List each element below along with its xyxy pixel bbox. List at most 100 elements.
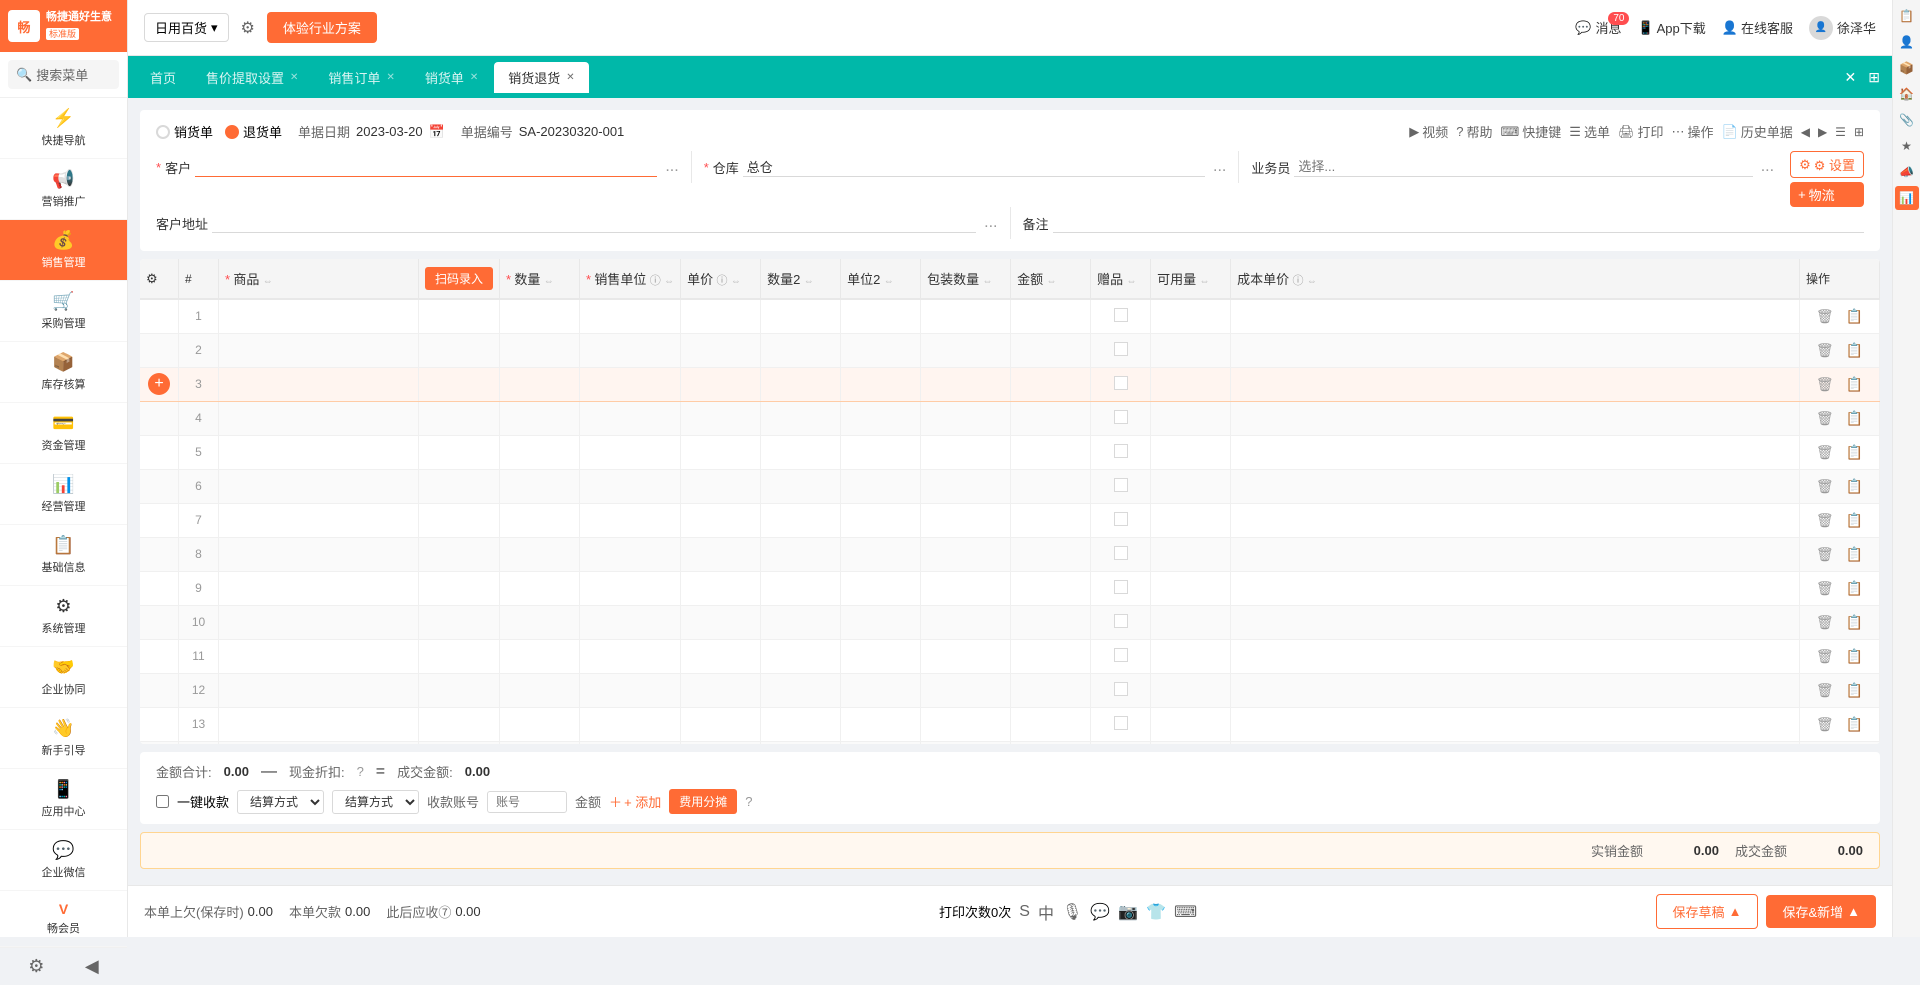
cost-info-icon[interactable]: ⓘ <box>1292 275 1303 287</box>
pack-qty-cell[interactable] <box>921 673 1011 707</box>
quantity-cell[interactable] <box>500 435 580 469</box>
price-cell[interactable] <box>681 435 761 469</box>
amount-cell[interactable] <box>1011 639 1091 673</box>
qty2-cell[interactable] <box>761 707 841 741</box>
quantity-cell[interactable] <box>500 401 580 435</box>
quantity-cell[interactable] <box>500 741 580 744</box>
radio-return[interactable]: 退货单 <box>225 122 282 141</box>
right-panel-btn-8[interactable]: 📊 <box>1895 186 1919 210</box>
gift-cell[interactable] <box>1091 469 1151 503</box>
tab-close-sales-invoice[interactable]: ✕ <box>470 72 478 83</box>
customer-input[interactable] <box>195 157 657 177</box>
pack-qty-cell[interactable] <box>921 401 1011 435</box>
quantity-cell[interactable] <box>500 299 580 333</box>
copy-row-button[interactable]: 📋 <box>1844 612 1865 633</box>
gift-checkbox[interactable] <box>1114 410 1128 424</box>
pack-qty-cell[interactable] <box>921 605 1011 639</box>
view-list-button[interactable]: ☰ <box>1835 125 1846 139</box>
sidebar-item-finance[interactable]: 💳 资金管理 <box>0 403 127 464</box>
available-cell[interactable] <box>1151 333 1231 367</box>
unit2-cell[interactable] <box>841 401 921 435</box>
copy-row-button[interactable]: 📋 <box>1844 578 1865 599</box>
amount-cell[interactable] <box>1011 741 1091 744</box>
cost-price-cell[interactable] <box>1231 367 1800 401</box>
gift-checkbox[interactable] <box>1114 546 1128 560</box>
topbar-settings-button[interactable]: ⚙ <box>237 14 259 42</box>
unit-cell[interactable] <box>580 639 681 673</box>
salesperson-input[interactable] <box>1294 157 1752 177</box>
qty2-cell[interactable] <box>761 435 841 469</box>
product-cell[interactable] <box>219 605 419 639</box>
qty2-cell[interactable] <box>761 469 841 503</box>
online-service-link[interactable]: 👤 在线客服 <box>1722 18 1793 37</box>
quantity-cell[interactable] <box>500 673 580 707</box>
delete-row-button[interactable]: 🗑 <box>1814 476 1836 497</box>
help-button[interactable]: ? 帮助 <box>1456 122 1492 141</box>
tool-icon-3[interactable]: 🎙 <box>1062 902 1082 922</box>
gift-checkbox[interactable] <box>1114 308 1128 322</box>
unit-cell[interactable] <box>580 537 681 571</box>
gift-checkbox[interactable] <box>1114 512 1128 526</box>
copy-row-button[interactable]: 📋 <box>1844 544 1865 565</box>
delete-row-button[interactable]: 🗑 <box>1814 340 1836 361</box>
calendar-icon[interactable]: 📅 <box>429 124 445 140</box>
qty2-cell[interactable] <box>761 537 841 571</box>
price-cell[interactable] <box>681 571 761 605</box>
qty2-cell[interactable] <box>761 299 841 333</box>
pack-qty-cell[interactable] <box>921 469 1011 503</box>
unit-cell[interactable] <box>580 605 681 639</box>
quantity-cell[interactable] <box>500 367 580 401</box>
amount-cell[interactable] <box>1011 673 1091 707</box>
amount-cell[interactable] <box>1011 367 1091 401</box>
available-cell[interactable] <box>1151 673 1231 707</box>
quantity-cell[interactable] <box>500 639 580 673</box>
sidebar-item-apps[interactable]: 📱 应用中心 <box>0 769 127 830</box>
price-cell[interactable] <box>681 333 761 367</box>
expense-help-icon[interactable]: ? <box>745 794 752 809</box>
cost-price-cell[interactable] <box>1231 707 1800 741</box>
available-cell[interactable] <box>1151 537 1231 571</box>
cost-price-cell[interactable] <box>1231 673 1800 707</box>
sidebar-item-basic-info[interactable]: 📋 基础信息 <box>0 525 127 586</box>
cost-price-cell[interactable] <box>1231 537 1800 571</box>
app-download-link[interactable]: 📱 App下载 <box>1637 18 1705 37</box>
pack-qty-cell[interactable] <box>921 537 1011 571</box>
available-cell[interactable] <box>1151 639 1231 673</box>
right-panel-btn-6[interactable]: ★ <box>1895 134 1919 158</box>
right-panel-btn-1[interactable]: 📋 <box>1895 4 1919 28</box>
price-cell[interactable] <box>681 537 761 571</box>
delete-row-button[interactable]: 🗑 <box>1814 408 1836 429</box>
available-cell[interactable] <box>1151 435 1231 469</box>
unit2-cell[interactable] <box>841 639 921 673</box>
tab-home[interactable]: 首页 <box>136 62 190 93</box>
tab-sales-order[interactable]: 销售订单 ✕ <box>314 62 408 93</box>
cost-price-cell[interactable] <box>1231 299 1800 333</box>
qty2-cell[interactable] <box>761 605 841 639</box>
cost-price-cell[interactable] <box>1231 741 1800 744</box>
gift-checkbox[interactable] <box>1114 444 1128 458</box>
product-cell[interactable] <box>219 435 419 469</box>
copy-row-button[interactable]: 📋 <box>1844 714 1865 735</box>
print-button[interactable]: 🖨 打印 <box>1618 122 1664 141</box>
product-cell[interactable] <box>219 571 419 605</box>
delete-row-button[interactable]: 🗑 <box>1814 442 1836 463</box>
available-cell[interactable] <box>1151 503 1231 537</box>
right-panel-btn-5[interactable]: 📎 <box>1895 108 1919 132</box>
unit-cell[interactable] <box>580 673 681 707</box>
account-input[interactable] <box>487 791 567 813</box>
qty2-cell[interactable] <box>761 571 841 605</box>
amount-cell[interactable] <box>1011 469 1091 503</box>
unit2-cell[interactable] <box>841 707 921 741</box>
calculate-method-select[interactable]: 结算方式 <box>237 790 324 814</box>
delete-row-button[interactable]: 🗑 <box>1814 714 1836 735</box>
save-draft-button[interactable]: 保存草稿 ▲ <box>1656 894 1759 929</box>
sidebar-item-purchase[interactable]: 🛒 采购管理 <box>0 281 127 342</box>
amount-cell[interactable] <box>1011 605 1091 639</box>
radio-sales[interactable]: 销货单 <box>156 122 213 141</box>
quantity-cell[interactable] <box>500 469 580 503</box>
qty2-cell[interactable] <box>761 741 841 744</box>
copy-row-button[interactable]: 📋 <box>1844 476 1865 497</box>
unit2-cell[interactable] <box>841 673 921 707</box>
price-cell[interactable] <box>681 401 761 435</box>
pack-qty-cell[interactable] <box>921 367 1011 401</box>
